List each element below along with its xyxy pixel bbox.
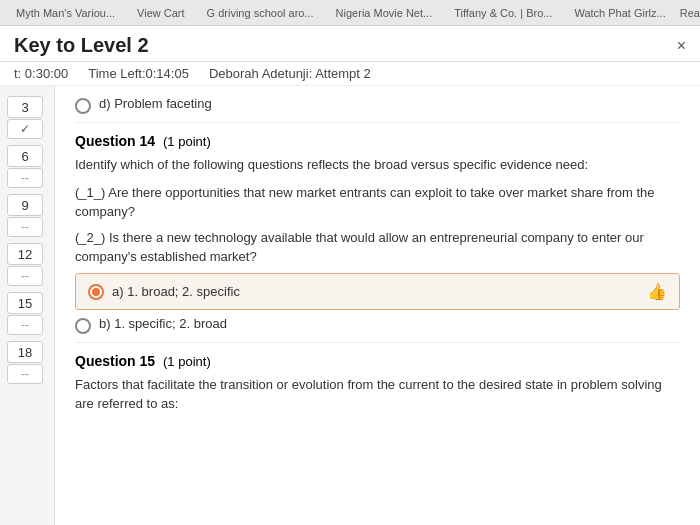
option-a-label: a) 1. broad; 2. specific <box>112 284 240 299</box>
option-d-label: d) Problem faceting <box>99 96 212 111</box>
q15-points: (1 point) <box>163 354 211 369</box>
q14-sub2: (_2_) Is there a new technology availabl… <box>75 228 680 267</box>
question14-header: Question 14 (1 point) <box>75 133 680 149</box>
option-a-row[interactable]: a) 1. broad; 2. specific 👍 <box>75 273 680 310</box>
sidebar-num-9: 9 <box>7 194 43 216</box>
q15-text: Factors that facilitate the transition o… <box>75 375 680 414</box>
q14-title: Question 14 <box>75 133 155 149</box>
sidebar-item-9[interactable]: 9 -- <box>7 194 47 241</box>
time-elapsed: t: 0:30:00 <box>14 66 68 81</box>
sidebar-item-6[interactable]: 6 -- <box>7 145 47 192</box>
option-b-label: b) 1. specific; 2. broad <box>99 316 227 331</box>
q14-points: (1 point) <box>163 134 211 149</box>
tab-nigeria[interactable]: Nigeria Movie Net... <box>328 5 441 21</box>
sidebar-item-15[interactable]: 15 -- <box>7 292 47 339</box>
radio-a[interactable] <box>88 284 104 300</box>
quiz-content: d) Problem faceting Question 14 (1 point… <box>55 86 700 525</box>
tab-myth[interactable]: Myth Man's Variou... <box>8 5 123 21</box>
page-title: Key to Level 2 <box>14 34 149 57</box>
divider-1 <box>75 122 680 123</box>
option-b-row[interactable]: b) 1. specific; 2. broad <box>75 316 680 334</box>
sidebar-dash-12: -- <box>7 266 43 286</box>
cursor-icon: 👍 <box>647 282 667 301</box>
tab-tiffany[interactable]: Tiffany & Co. | Bro... <box>446 5 560 21</box>
sidebar-num-12: 12 <box>7 243 43 265</box>
browser-bar: Myth Man's Variou... View Cart G driving… <box>0 0 700 26</box>
sidebar-dash-9: -- <box>7 217 43 237</box>
radio-d[interactable] <box>75 98 91 114</box>
sidebar: 3 ✓ 6 -- 9 -- 12 -- 15 -- 18 -- <box>0 86 55 525</box>
sidebar-num-18: 18 <box>7 341 43 363</box>
sidebar-num-15: 15 <box>7 292 43 314</box>
q14-sub1: (_1_) Are there opportunities that new m… <box>75 183 680 222</box>
student-info: Deborah Adetunji: Attempt 2 <box>209 66 371 81</box>
sidebar-check-3: ✓ <box>7 119 43 139</box>
sidebar-dash-18: -- <box>7 364 43 384</box>
sidebar-num-6: 6 <box>7 145 43 167</box>
sidebar-num-3: 3 <box>7 96 43 118</box>
quiz-window: Key to Level 2 × t: 0:30:00 Time Left:0:… <box>0 26 700 525</box>
tab-driving[interactable]: G driving school aro... <box>199 5 322 21</box>
main-layout: 3 ✓ 6 -- 9 -- 12 -- 15 -- 18 -- <box>0 86 700 525</box>
sidebar-dash-6: -- <box>7 168 43 188</box>
tab-watch[interactable]: Watch Phat Girlz... <box>566 5 673 21</box>
option-d-row[interactable]: d) Problem faceting <box>75 96 680 114</box>
time-left: Time Left:0:14:05 <box>88 66 189 81</box>
q14-text: Identify which of the following question… <box>75 155 680 175</box>
title-bar: Key to Level 2 × <box>0 26 700 62</box>
sidebar-dash-15: -- <box>7 315 43 335</box>
sidebar-item-12[interactable]: 12 -- <box>7 243 47 290</box>
sidebar-item-3[interactable]: 3 ✓ <box>7 96 47 143</box>
question15-header: Question 15 (1 point) <box>75 353 680 369</box>
sidebar-item-18[interactable]: 18 -- <box>7 341 47 388</box>
close-button[interactable]: × <box>677 37 686 55</box>
q15-title: Question 15 <box>75 353 155 369</box>
radio-a-inner <box>92 288 100 296</box>
radio-b[interactable] <box>75 318 91 334</box>
divider-2 <box>75 342 680 343</box>
tab-cart[interactable]: View Cart <box>129 5 192 21</box>
status-bar: t: 0:30:00 Time Left:0:14:05 Deborah Ade… <box>0 62 700 86</box>
reading-list-label: Reading Li... <box>680 7 700 19</box>
